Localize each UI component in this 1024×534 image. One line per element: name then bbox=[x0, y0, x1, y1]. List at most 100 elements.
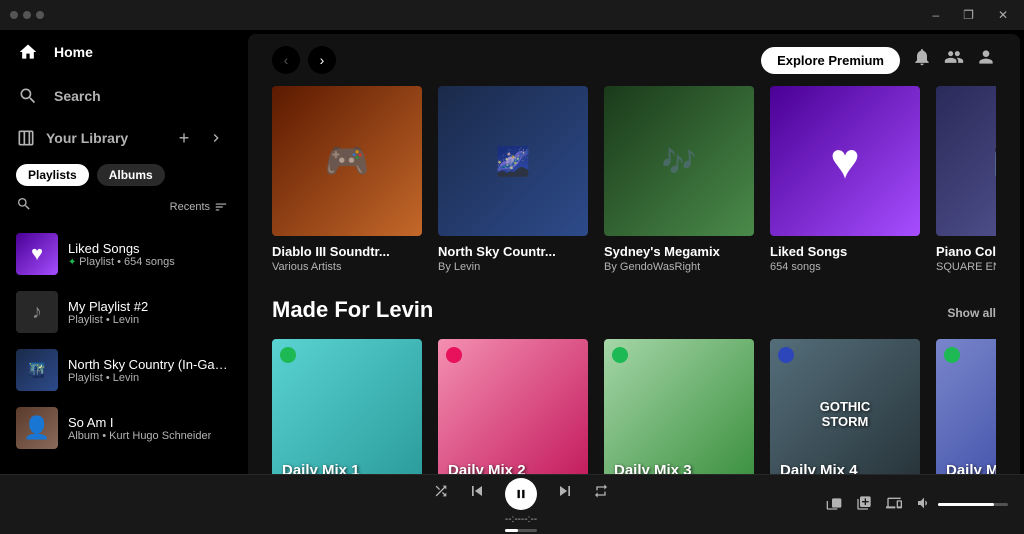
diablo-sub: Various Artists bbox=[272, 261, 422, 273]
filter-playlists-button[interactable]: Playlists bbox=[16, 164, 89, 186]
explore-premium-button[interactable]: Explore Premium bbox=[761, 47, 900, 74]
liked-songs-card-title: Liked Songs bbox=[770, 244, 920, 259]
queue-button[interactable] bbox=[856, 495, 872, 515]
northsky-info: North Sky Country (In-Game) Playlist • L… bbox=[68, 357, 228, 384]
mix1-label: Daily Mix 1 bbox=[282, 462, 360, 474]
sidebar: Home Search Your Library + Playlist bbox=[0, 30, 244, 474]
mix1-dot bbox=[280, 347, 296, 363]
liked-songs-card-sub: 654 songs bbox=[770, 261, 920, 273]
progress-bar[interactable] bbox=[505, 529, 537, 532]
card-liked-songs[interactable]: ♥ Liked Songs 654 songs bbox=[770, 86, 920, 273]
connect-device-button[interactable] bbox=[886, 495, 902, 515]
soami-info: So Am I Album • Kurt Hugo Schneider bbox=[68, 415, 211, 442]
card-north-sky-country[interactable]: 🌌 North Sky Countr... By Levin bbox=[438, 86, 588, 273]
header-right: Explore Premium bbox=[761, 47, 996, 74]
card-sydneys-megamix[interactable]: 🎶 Sydney's Megamix By GendoWasRight bbox=[604, 86, 754, 273]
close-button[interactable]: ✕ bbox=[992, 6, 1014, 24]
card-daily-mix-5[interactable]: Daily Mix 5 Daily Mix 5 Darren Korb, Chr… bbox=[936, 339, 996, 474]
card-daily-mix-2[interactable]: Daily Mix 2 Daily Mix 2 ROZEN, Nobuo Uem… bbox=[438, 339, 588, 474]
progress-start: --:-- bbox=[505, 514, 521, 525]
nav-arrows: ‹ › bbox=[272, 46, 336, 74]
now-playing-bar: --:-- --:-- bbox=[0, 474, 1024, 534]
repeat-button[interactable] bbox=[593, 483, 609, 504]
main-content: ‹ › Explore Premium bbox=[248, 34, 1020, 474]
mix5-art: Daily Mix 5 bbox=[936, 339, 996, 474]
filter-albums-button[interactable]: Albums bbox=[97, 164, 165, 186]
liked-songs-art: ♥ bbox=[16, 233, 58, 275]
card-piano-collections[interactable]: 🎹 Piano Collections... SQUARE ENIX MUSIC bbox=[936, 86, 996, 273]
mix3-art: Daily Mix 3 bbox=[604, 339, 754, 474]
home-icon bbox=[16, 40, 40, 64]
diablo-art: 🎮 bbox=[272, 86, 422, 236]
library-header: Your Library + bbox=[0, 118, 244, 158]
liked-songs-sub: ✦ Playlist • 654 songs bbox=[68, 256, 175, 268]
volume-bar[interactable] bbox=[938, 503, 1008, 506]
mix4-label: Daily Mix 4 bbox=[780, 462, 858, 474]
sidebar-item-home[interactable]: Home bbox=[0, 30, 244, 74]
next-button[interactable] bbox=[555, 481, 575, 506]
main-scroll[interactable]: 🎮 Diablo III Soundtr... Various Artists … bbox=[248, 86, 1020, 474]
library-item-liked-songs[interactable]: ♥ Liked Songs ✦ Playlist • 654 songs bbox=[0, 225, 244, 283]
sydney-art: 🎶 bbox=[604, 86, 754, 236]
made-for-section-header: Made For Levin Show all bbox=[272, 297, 996, 323]
playlist2-sub: Playlist • Levin bbox=[68, 314, 148, 326]
forward-button[interactable]: › bbox=[308, 46, 336, 74]
previous-button[interactable] bbox=[467, 481, 487, 506]
top-cards-row: 🎮 Diablo III Soundtr... Various Artists … bbox=[272, 86, 996, 273]
northsky-card-art: 🌌 bbox=[438, 86, 588, 236]
library-search-button[interactable] bbox=[16, 196, 32, 217]
mix3-label: Daily Mix 3 bbox=[614, 462, 692, 474]
notifications-button[interactable] bbox=[912, 47, 932, 73]
northsky-art: 🌃 bbox=[16, 349, 58, 391]
playlist2-info: My Playlist #2 Playlist • Levin bbox=[68, 299, 148, 326]
player-right bbox=[826, 495, 1008, 515]
diablo-title: Diablo III Soundtr... bbox=[272, 244, 422, 259]
friends-button[interactable] bbox=[944, 47, 964, 73]
mix1-art: Daily Mix 1 bbox=[272, 339, 422, 474]
titlebar-dot-1 bbox=[10, 11, 18, 19]
play-pause-button[interactable] bbox=[505, 478, 537, 510]
library-list: ♥ Liked Songs ✦ Playlist • 654 songs ♪ bbox=[0, 221, 244, 474]
library-sort-button[interactable]: Recents bbox=[170, 200, 228, 214]
library-title-btn[interactable]: Your Library bbox=[16, 128, 128, 148]
soami-sub: Album • Kurt Hugo Schneider bbox=[68, 430, 211, 442]
library-item-north-sky[interactable]: 🌃 North Sky Country (In-Game) Playlist •… bbox=[0, 341, 244, 399]
library-item-my-playlist-2[interactable]: ♪ My Playlist #2 Playlist • Levin bbox=[0, 283, 244, 341]
minimize-button[interactable]: – bbox=[926, 6, 945, 24]
titlebar: – ❐ ✕ bbox=[0, 0, 1024, 30]
progress-bar-container: --:-- --:-- bbox=[505, 514, 537, 532]
mix2-dot bbox=[446, 347, 462, 363]
add-library-button[interactable]: + bbox=[172, 126, 196, 150]
card-daily-mix-3[interactable]: Daily Mix 3 Daily Mix 3 Darren Ang, Mich… bbox=[604, 339, 754, 474]
mix4-art: GOTHICSTORM Daily Mix 4 bbox=[770, 339, 920, 474]
shuffle-button[interactable] bbox=[433, 483, 449, 504]
card-daily-mix-4[interactable]: GOTHICSTORM Daily Mix 4 Daily Mix 4 Goth… bbox=[770, 339, 920, 474]
sydney-sub: By GendoWasRight bbox=[604, 261, 754, 273]
mix3-dot bbox=[612, 347, 628, 363]
show-all-button[interactable]: Show all bbox=[947, 306, 996, 320]
made-for-title: Made For Levin bbox=[272, 297, 433, 323]
library-actions: + bbox=[172, 126, 228, 150]
filter-row: Playlists Albums bbox=[0, 158, 244, 192]
volume-button[interactable] bbox=[916, 495, 932, 515]
liked-songs-info: Liked Songs ✦ Playlist • 654 songs bbox=[68, 241, 175, 268]
liked-songs-card-art: ♥ bbox=[770, 86, 920, 236]
mix5-label: Daily Mix 5 bbox=[946, 462, 996, 474]
volume-container bbox=[916, 495, 1008, 515]
northsky-name: North Sky Country (In-Game) bbox=[68, 357, 228, 372]
user-button[interactable] bbox=[976, 47, 996, 73]
main-header: ‹ › Explore Premium bbox=[248, 34, 1020, 86]
back-button[interactable]: ‹ bbox=[272, 46, 300, 74]
piano-sub: SQUARE ENIX MUSIC bbox=[936, 261, 996, 273]
expand-library-button[interactable] bbox=[204, 126, 228, 150]
piano-title: Piano Collections... bbox=[936, 244, 996, 259]
now-playing-view-button[interactable] bbox=[826, 495, 842, 515]
playlist2-name: My Playlist #2 bbox=[68, 299, 148, 314]
sidebar-item-search[interactable]: Search bbox=[0, 74, 244, 118]
card-daily-mix-1[interactable]: Daily Mix 1 Daily Mix 1 Josh Whelchel, K… bbox=[272, 339, 422, 474]
maximize-button[interactable]: ❐ bbox=[957, 6, 980, 24]
library-item-so-am-i[interactable]: 👤 So Am I Album • Kurt Hugo Schneider bbox=[0, 399, 244, 457]
soami-name: So Am I bbox=[68, 415, 211, 430]
card-diablo[interactable]: 🎮 Diablo III Soundtr... Various Artists bbox=[272, 86, 422, 273]
playlist2-art: ♪ bbox=[16, 291, 58, 333]
